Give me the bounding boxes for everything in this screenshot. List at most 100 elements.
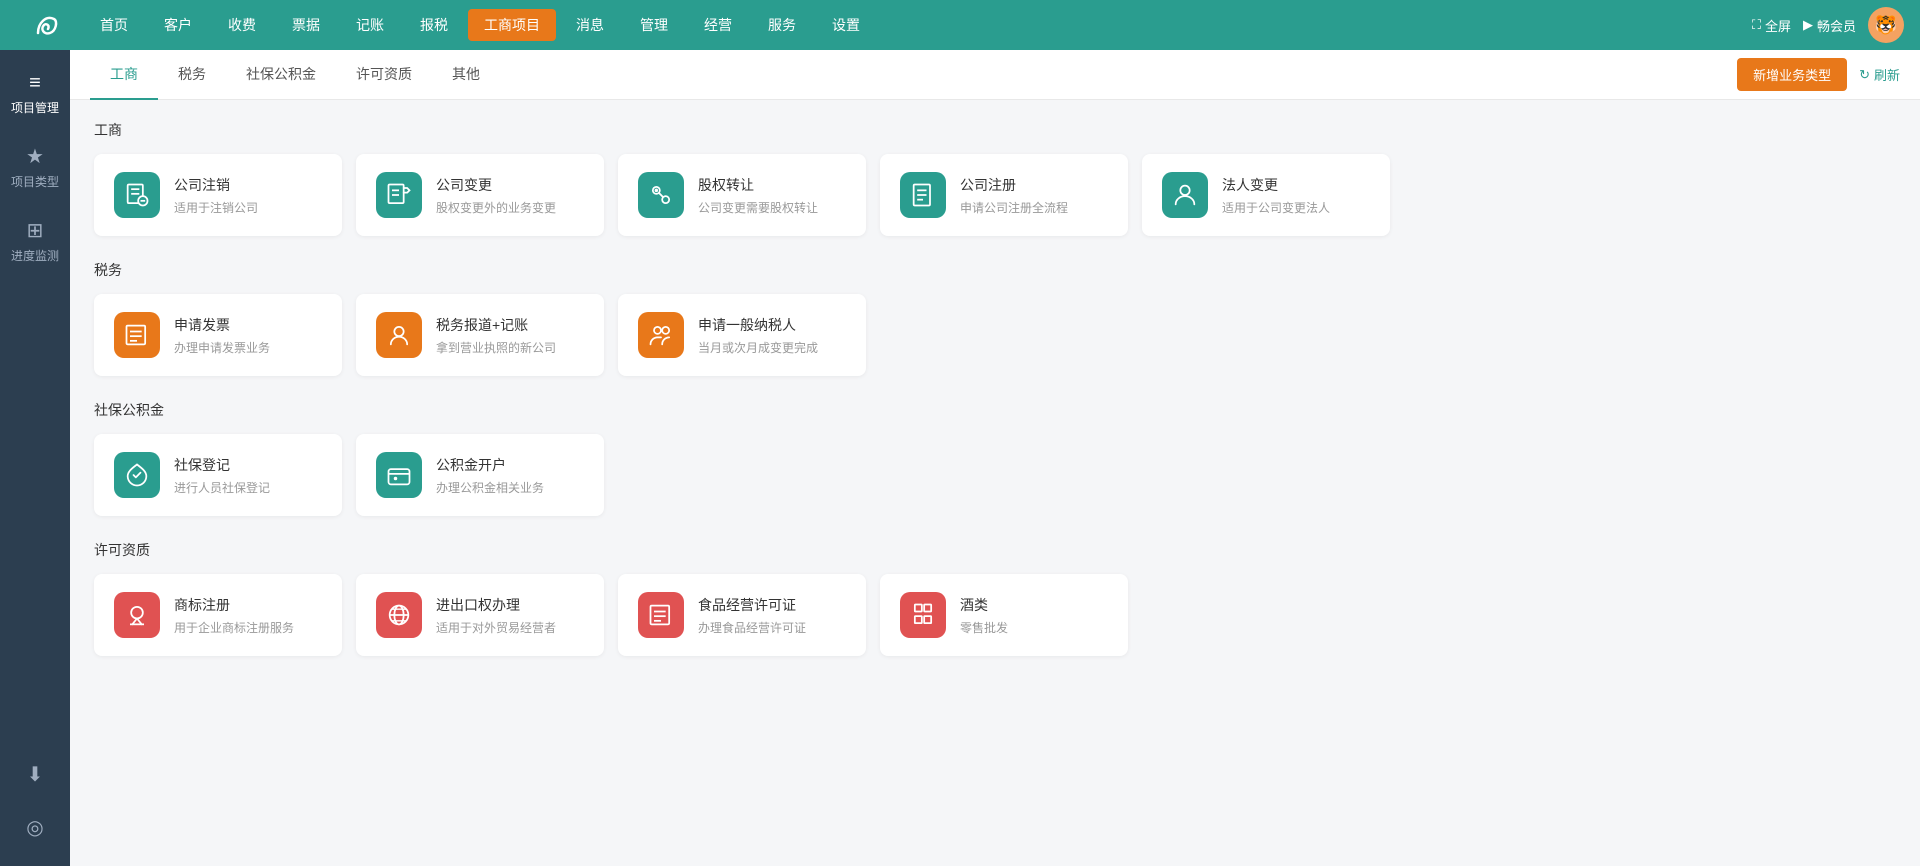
refresh-button[interactable]: ↻ 刷新: [1859, 65, 1900, 84]
scroll-content[interactable]: 工商 公司注销 适用于注销公司 公司变更: [70, 100, 1920, 866]
nav-service[interactable]: 服务: [752, 9, 812, 41]
card-equity-transfer[interactable]: 股权转让 公司变更需要股权转让: [618, 154, 866, 236]
sidebar-item-download[interactable]: ⬇: [0, 748, 70, 801]
card-icon-food-license: [638, 592, 684, 638]
tab-industry[interactable]: 工商: [90, 50, 158, 100]
card-social-reg[interactable]: 社保登记 进行人员社保登记: [94, 434, 342, 516]
sidebar-item-project-type[interactable]: ★ 项目类型: [0, 130, 70, 204]
card-desc-social-reg: 进行人员社保登记: [174, 479, 322, 496]
card-title-company-register: 公司注册: [960, 175, 1108, 195]
card-title-company-cancel: 公司注销: [174, 175, 322, 195]
card-text-company-change: 公司变更 股权变更外的业务变更: [436, 175, 584, 216]
card-desc-company-change: 股权变更外的业务变更: [436, 199, 584, 216]
card-icon-social-reg: [114, 452, 160, 498]
card-desc-tax-bookkeep: 拿到营业执照的新公司: [436, 339, 584, 356]
logo: [16, 9, 76, 41]
card-legal-change[interactable]: 法人变更 适用于公司变更法人: [1142, 154, 1390, 236]
add-business-type-button[interactable]: 新增业务类型: [1737, 58, 1847, 91]
nav-right: ⛶ 全屏 ▶ 畅会员 🐯: [1752, 7, 1904, 43]
card-title-equity-transfer: 股权转让: [698, 175, 846, 195]
card-icon-tax-bookkeep: [376, 312, 422, 358]
tab-right: 新增业务类型 ↻ 刷新: [1737, 58, 1900, 91]
section-title-social: 社保公积金: [94, 400, 1896, 420]
nav-bookkeep[interactable]: 记账: [340, 9, 400, 41]
card-icon-company-cancel: [114, 172, 160, 218]
card-icon-equity-transfer: [638, 172, 684, 218]
vip-button[interactable]: ▶ 畅会员: [1803, 16, 1856, 35]
card-icon-general-taxpayer: [638, 312, 684, 358]
grid-icon: ⊞: [27, 218, 44, 243]
card-company-cancel[interactable]: 公司注销 适用于注销公司: [94, 154, 342, 236]
nav-client[interactable]: 客户: [148, 9, 208, 41]
nav-items: 首页 客户 收费 票据 记账 报税 工商项目 消息 管理 经营 服务 设置: [84, 9, 1752, 41]
nav-industry[interactable]: 工商项目: [468, 9, 556, 41]
tab-license[interactable]: 许可资质: [336, 50, 432, 100]
avatar[interactable]: 🐯: [1868, 7, 1904, 43]
card-text-invoice: 申请发票 办理申请发票业务: [174, 315, 322, 356]
main-layout: ≡ 项目管理 ★ 项目类型 ⊞ 进度监测 ⬇ ◎ 工商 税务 社保公积金 许可资…: [0, 50, 1920, 866]
nav-fee[interactable]: 收费: [212, 9, 272, 41]
card-desc-trademark: 用于企业商标注册服务: [174, 619, 322, 636]
download-icon: ⬇: [27, 762, 44, 787]
sidebar-bottom: ⬇ ◎: [0, 748, 70, 866]
nav-home[interactable]: 首页: [84, 9, 144, 41]
card-title-alcohol: 酒类: [960, 595, 1108, 615]
card-title-company-change: 公司变更: [436, 175, 584, 195]
card-text-alcohol: 酒类 零售批发: [960, 595, 1108, 636]
card-title-general-taxpayer: 申请一般纳税人: [698, 315, 846, 335]
tab-tax[interactable]: 税务: [158, 50, 226, 100]
card-text-legal-change: 法人变更 适用于公司变更法人: [1222, 175, 1370, 216]
list-icon: ≡: [29, 72, 41, 95]
top-nav: 首页 客户 收费 票据 记账 报税 工商项目 消息 管理 经营 服务 设置 ⛶ …: [0, 0, 1920, 50]
card-text-company-cancel: 公司注销 适用于注销公司: [174, 175, 322, 216]
card-alcohol[interactable]: 酒类 零售批发: [880, 574, 1128, 656]
star-icon: ★: [26, 144, 44, 169]
card-title-fund-account: 公积金开户: [436, 455, 584, 475]
card-import-export[interactable]: 进出口权办理 适用于对外贸易经营者: [356, 574, 604, 656]
play-icon: ▶: [1803, 17, 1813, 33]
tab-social[interactable]: 社保公积金: [226, 50, 336, 100]
card-icon-fund-account: [376, 452, 422, 498]
card-invoice[interactable]: 申请发票 办理申请发票业务: [94, 294, 342, 376]
card-company-change[interactable]: 公司变更 股权变更外的业务变更: [356, 154, 604, 236]
nav-settings[interactable]: 设置: [816, 9, 876, 41]
card-desc-import-export: 适用于对外贸易经营者: [436, 619, 584, 636]
cards-grid-license: 商标注册 用于企业商标注册服务 进出口权办理 适用于对外贸易经营者: [94, 574, 1896, 656]
nav-manage[interactable]: 管理: [624, 9, 684, 41]
tab-other[interactable]: 其他: [432, 50, 500, 100]
cards-grid-social: 社保登记 进行人员社保登记 公积金开户 办理公积金相关业务: [94, 434, 1896, 516]
card-icon-company-register: [900, 172, 946, 218]
card-title-tax-bookkeep: 税务报道+记账: [436, 315, 584, 335]
card-icon-alcohol: [900, 592, 946, 638]
card-text-company-register: 公司注册 申请公司注册全流程: [960, 175, 1108, 216]
location-icon: ◎: [26, 815, 43, 840]
card-desc-legal-change: 适用于公司变更法人: [1222, 199, 1370, 216]
card-food-license[interactable]: 食品经营许可证 办理食品经营许可证: [618, 574, 866, 656]
nav-bill[interactable]: 票据: [276, 9, 336, 41]
left-sidebar: ≡ 项目管理 ★ 项目类型 ⊞ 进度监测 ⬇ ◎: [0, 50, 70, 866]
card-icon-legal-change: [1162, 172, 1208, 218]
card-desc-invoice: 办理申请发票业务: [174, 339, 322, 356]
card-desc-company-cancel: 适用于注销公司: [174, 199, 322, 216]
nav-operation[interactable]: 经营: [688, 9, 748, 41]
refresh-icon: ↻: [1859, 67, 1870, 83]
fullscreen-button[interactable]: ⛶ 全屏: [1752, 16, 1791, 35]
card-trademark[interactable]: 商标注册 用于企业商标注册服务: [94, 574, 342, 656]
card-fund-account[interactable]: 公积金开户 办理公积金相关业务: [356, 434, 604, 516]
card-tax-bookkeep[interactable]: 税务报道+记账 拿到营业执照的新公司: [356, 294, 604, 376]
sidebar-item-progress[interactable]: ⊞ 进度监测: [0, 204, 70, 278]
sidebar-item-location[interactable]: ◎: [0, 801, 70, 854]
card-title-legal-change: 法人变更: [1222, 175, 1370, 195]
section-title-license: 许可资质: [94, 540, 1896, 560]
nav-message[interactable]: 消息: [560, 9, 620, 41]
card-company-register[interactable]: 公司注册 申请公司注册全流程: [880, 154, 1128, 236]
card-icon-import-export: [376, 592, 422, 638]
sidebar-item-project-mgmt[interactable]: ≡ 项目管理: [0, 58, 70, 130]
card-desc-general-taxpayer: 当月或次月成变更完成: [698, 339, 846, 356]
cards-grid-tax: 申请发票 办理申请发票业务 税务报道+记账 拿到营业执照的新公司: [94, 294, 1896, 376]
card-general-taxpayer[interactable]: 申请一般纳税人 当月或次月成变更完成: [618, 294, 866, 376]
card-text-fund-account: 公积金开户 办理公积金相关业务: [436, 455, 584, 496]
nav-tax[interactable]: 报税: [404, 9, 464, 41]
card-text-trademark: 商标注册 用于企业商标注册服务: [174, 595, 322, 636]
cards-grid-industry: 公司注销 适用于注销公司 公司变更 股权变更外的业务变更: [94, 154, 1896, 236]
